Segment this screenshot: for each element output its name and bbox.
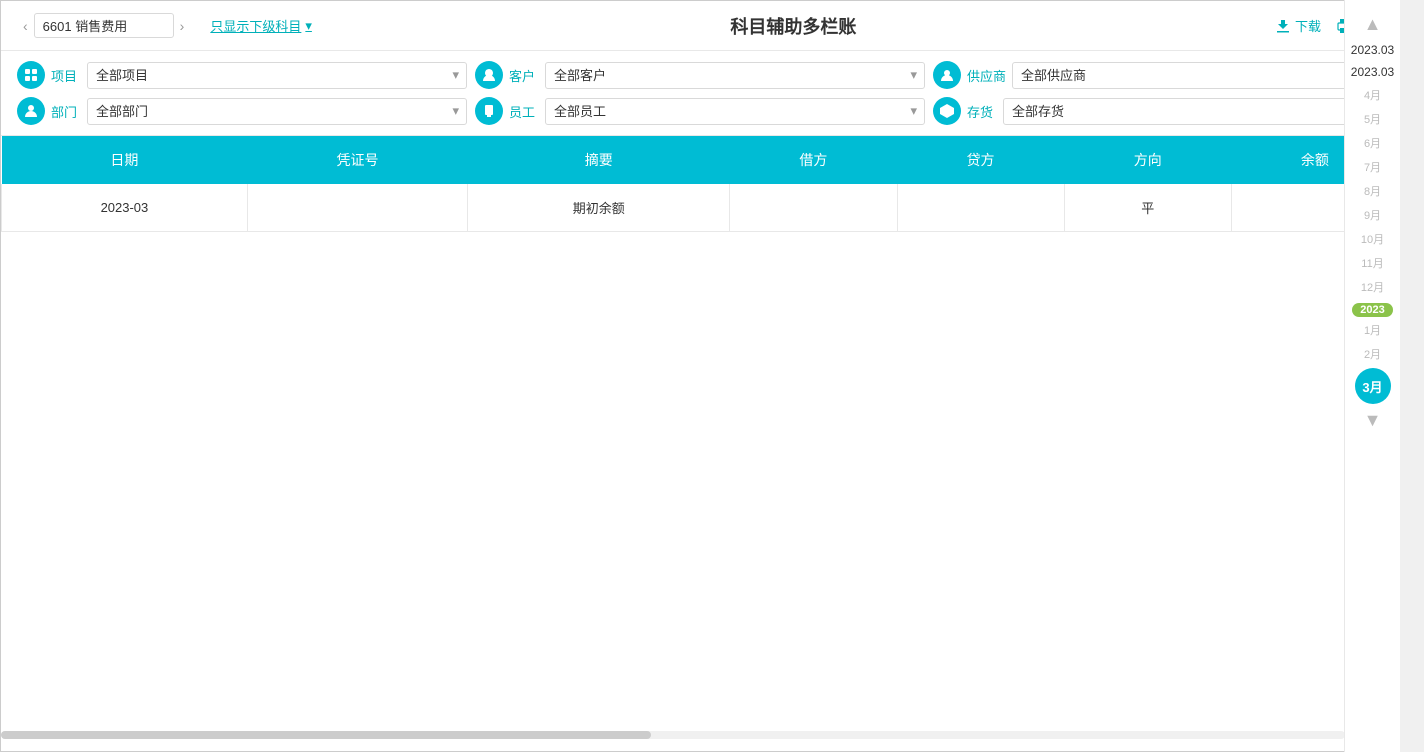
timeline-month-10[interactable]: 10月 [1345, 227, 1400, 251]
timeline-month-4[interactable]: 4月 [1345, 83, 1400, 107]
col-credit: 贷方 [897, 136, 1064, 184]
download-label: 下载 [1295, 16, 1321, 35]
bottom-scrollbar[interactable] [1, 731, 1345, 739]
filter-bar: 项目 全部项目 客户 [1, 51, 1399, 136]
account-code-input[interactable] [34, 13, 174, 38]
table-container: 日期 凭证号 摘要 借方 贷方 方向 余额 2023-03 期初余额 平 [1, 136, 1399, 232]
employee-label: 员工 [509, 102, 539, 121]
filter-department: 部门 全部部门 [17, 97, 467, 125]
filter-row-2: 部门 全部部门 员工 [17, 97, 1383, 125]
cell-debit [730, 184, 897, 232]
inventory-select[interactable]: 全部存货 [1003, 98, 1383, 125]
timeline-down-arrow[interactable]: ▼ [1360, 406, 1386, 435]
download-icon [1275, 18, 1291, 34]
timeline-month-6[interactable]: 6月 [1345, 131, 1400, 155]
timeline-month-1[interactable]: 1月 [1345, 318, 1400, 342]
timeline-month-8[interactable]: 8月 [1345, 179, 1400, 203]
filter-inventory: 存货 全部存货 [933, 97, 1383, 125]
nav-prev-button[interactable]: ‹ [17, 16, 34, 36]
top-bar: ‹ › 只显示下级科目 ▾ 科目辅助多栏账 下载 打印 [1, 1, 1399, 51]
inventory-label: 存货 [967, 102, 997, 121]
filter-supplier: 供应商 全部供应商 [933, 61, 1383, 89]
employee-icon [475, 97, 503, 125]
project-select[interactable]: 全部项目 [87, 62, 467, 89]
col-date: 日期 [2, 136, 248, 184]
table-header-row: 日期 凭证号 摘要 借方 贷方 方向 余额 [2, 136, 1399, 184]
show-sub-button[interactable]: 只显示下级科目 ▾ [210, 16, 312, 35]
employee-select-wrapper: 全部员工 [545, 98, 925, 125]
cell-direction: 平 [1064, 184, 1231, 232]
col-direction: 方向 [1064, 136, 1231, 184]
filter-customer: 客户 全部客户 [475, 61, 925, 89]
timeline-period-2[interactable]: 2023.03 [1345, 61, 1400, 83]
timeline-year-badge[interactable]: 2023 [1352, 303, 1392, 317]
nav-next-button[interactable]: › [174, 16, 191, 36]
project-select-wrapper: 全部项目 [87, 62, 467, 89]
department-select[interactable]: 全部部门 [87, 98, 467, 125]
project-label: 项目 [51, 66, 81, 85]
col-voucher: 凭证号 [247, 136, 467, 184]
col-debit: 借方 [730, 136, 897, 184]
data-table: 日期 凭证号 摘要 借方 贷方 方向 余额 2023-03 期初余额 平 [1, 136, 1399, 232]
timeline-month-12[interactable]: 12月 [1345, 275, 1400, 299]
main-window: ‹ › 只显示下级科目 ▾ 科目辅助多栏账 下载 打印 [0, 0, 1400, 752]
project-icon [17, 61, 45, 89]
timeline-period-1[interactable]: 2023.03 [1345, 39, 1400, 61]
timeline-month-5[interactable]: 5月 [1345, 107, 1400, 131]
table-row: 2023-03 期初余额 平 [2, 184, 1399, 232]
employee-select[interactable]: 全部员工 [545, 98, 925, 125]
customer-label: 客户 [509, 66, 539, 85]
cell-summary: 期初余额 [468, 184, 730, 232]
show-sub-label-text: 只显示下级科目 [210, 16, 301, 35]
timeline-year-badge-container: 2023 [1352, 301, 1392, 316]
timeline-active-month[interactable]: 3月 [1355, 368, 1391, 404]
customer-select[interactable]: 全部客户 [545, 62, 925, 89]
timeline-month-11[interactable]: 11月 [1345, 251, 1400, 275]
page-title: 科目辅助多栏账 [312, 13, 1275, 39]
download-button[interactable]: 下载 [1275, 16, 1321, 35]
cell-credit [897, 184, 1064, 232]
supplier-select[interactable]: 全部供应商 [1012, 62, 1383, 89]
filter-project: 项目 全部项目 [17, 61, 467, 89]
inventory-icon [933, 97, 961, 125]
department-label: 部门 [51, 102, 81, 121]
timeline-up-arrow[interactable]: ▲ [1360, 10, 1386, 39]
filter-employee: 员工 全部员工 [475, 97, 925, 125]
supplier-label: 供应商 [967, 66, 1006, 85]
supplier-select-wrapper: 全部供应商 [1012, 62, 1383, 89]
customer-icon [475, 61, 503, 89]
timeline-month-9[interactable]: 9月 [1345, 203, 1400, 227]
customer-select-wrapper: 全部客户 [545, 62, 925, 89]
scrollbar-thumb[interactable] [1, 731, 651, 739]
inventory-select-wrapper: 全部存货 [1003, 98, 1383, 125]
department-icon [17, 97, 45, 125]
filter-row-1: 项目 全部项目 客户 [17, 61, 1383, 89]
scrollbar-track [1, 731, 1345, 739]
cell-date: 2023-03 [2, 184, 248, 232]
department-select-wrapper: 全部部门 [87, 98, 467, 125]
supplier-icon [933, 61, 961, 89]
timeline-month-2[interactable]: 2月 [1345, 342, 1400, 366]
cell-voucher [247, 184, 467, 232]
col-summary: 摘要 [468, 136, 730, 184]
timeline-month-7[interactable]: 7月 [1345, 155, 1400, 179]
side-timeline: ▲ 2023.03 2023.03 4月 5月 6月 7月 8月 9月 10月 … [1344, 0, 1400, 752]
